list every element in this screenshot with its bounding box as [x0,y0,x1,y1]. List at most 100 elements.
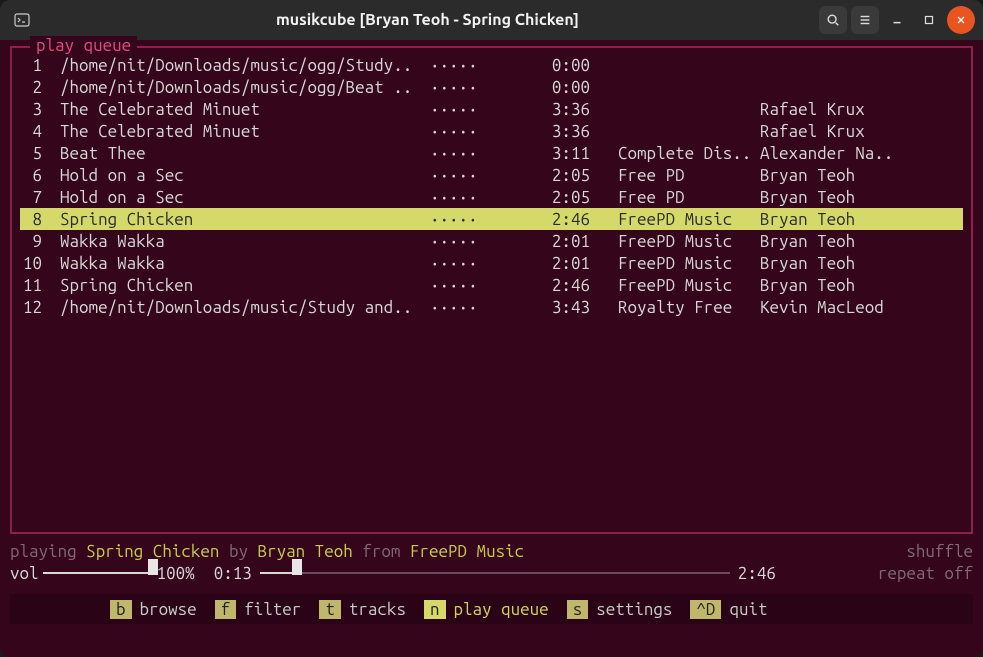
row-duration: 3:36 [530,122,590,141]
row-duration: 0:00 [530,78,590,97]
queue-row[interactable]: 12/home/nit/Downloads/music/Study and..·… [20,296,963,318]
row-artist: Bryan Teoh [750,166,963,185]
row-title: Wakka Wakka [60,232,430,251]
status-from: from [362,542,400,561]
row-duration: 2:01 [530,254,590,273]
nav-label-quit[interactable]: quit [729,600,767,619]
play-queue-panel: play queue 1/home/nit/Downloads/music/og… [10,46,973,534]
row-number: 9 [20,232,60,251]
row-duration: 3:11 [530,144,590,163]
nav-key-tracks[interactable]: t [319,600,341,619]
row-dots: ····· [430,232,530,251]
row-title: Hold on a Sec [60,166,430,185]
now-playing-artist: Bryan Teoh [258,542,353,561]
row-title: The Celebrated Minuet [60,122,430,141]
nav-label-tracks[interactable]: tracks [349,600,406,619]
queue-row[interactable]: 10Wakka Wakka·····2:01FreePD MusicBryan … [20,252,963,274]
row-dots: ····· [430,166,530,185]
nav-key-quit[interactable]: ^D [690,600,721,619]
queue-row[interactable]: 3The Celebrated Minuet·····3:36Rafael Kr… [20,98,963,120]
nav-label-settings[interactable]: settings [596,600,672,619]
row-number: 12 [20,298,60,317]
row-dots: ····· [430,254,530,273]
play-queue-label: play queue [30,36,137,55]
queue-row[interactable]: 5Beat Thee·····3:11Complete Dis..Alexand… [20,142,963,164]
row-duration: 2:05 [530,188,590,207]
queue-row[interactable]: 9Wakka Wakka·····2:01FreePD MusicBryan T… [20,230,963,252]
queue-row[interactable]: 8Spring Chicken·····2:46FreePD MusicBrya… [20,208,963,230]
row-artist: Bryan Teoh [750,276,963,295]
row-dots: ····· [430,210,530,229]
row-title: /home/nit/Downloads/music/ogg/Study.. [60,56,430,75]
now-playing-track: Spring Chicken [86,542,219,561]
queue-row[interactable]: 7Hold on a Sec·····2:05Free PDBryan Teoh [20,186,963,208]
row-number: 1 [20,56,60,75]
row-artist: Alexander Na.. [750,144,963,163]
row-artist: Bryan Teoh [750,232,963,251]
row-number: 11 [20,276,60,295]
row-artist: Bryan Teoh [750,210,963,229]
transport-line: vol 100% 0:13 2:46 repeat off [10,562,973,584]
titlebar: musikcube [Bryan Teoh - Spring Chicken] [0,0,983,40]
row-number: 8 [20,210,60,229]
queue-row[interactable]: 1/home/nit/Downloads/music/ogg/Study..··… [20,54,963,76]
row-number: 5 [20,144,60,163]
row-album: FreePD Music [590,210,750,229]
volume-percent: 100% [157,564,195,583]
nav-key-settings[interactable]: s [567,600,589,619]
row-album: FreePD Music [590,276,750,295]
row-dots: ····· [430,188,530,207]
row-album: Complete Dis.. [590,144,750,163]
row-title: /home/nit/Downloads/music/ogg/Beat .. [60,78,430,97]
row-title: Spring Chicken [60,276,430,295]
row-artist: Rafael Krux [750,122,963,141]
nav-key-play-queue[interactable]: n [424,600,446,619]
menu-button[interactable] [851,6,879,34]
row-album: FreePD Music [590,254,750,273]
status-by: by [229,542,248,561]
row-title: Hold on a Sec [60,188,430,207]
nav-label-filter[interactable]: filter [244,600,301,619]
row-duration: 3:43 [530,298,590,317]
row-artist: Kevin MacLeod [750,298,963,317]
row-album: Free PD [590,188,750,207]
now-playing-album: FreePD Music [410,542,524,561]
row-title: Beat Thee [60,144,430,163]
row-duration: 2:05 [530,166,590,185]
nav-label-play-queue[interactable]: play queue [454,600,549,619]
row-duration: 3:36 [530,100,590,119]
nav-label-browse[interactable]: browse [140,600,197,619]
row-title: /home/nit/Downloads/music/Study and.. [60,298,430,317]
nav-bar: bbrowseffilterttracksn play queue s setting… [10,594,973,624]
seek-slider[interactable] [260,566,730,580]
queue-row[interactable]: 11Spring Chicken·····2:46FreePD MusicBry… [20,274,963,296]
row-dots: ····· [430,144,530,163]
minimize-button[interactable] [883,6,911,34]
volume-label: vol [10,564,39,583]
volume-slider[interactable] [43,566,153,580]
queue-row[interactable]: 6Hold on a Sec·····2:05Free PDBryan Teoh [20,164,963,186]
search-button[interactable] [819,6,847,34]
nav-key-browse[interactable]: b [110,600,132,619]
row-artist: Rafael Krux [750,100,963,119]
play-state: playing [10,542,77,561]
row-number: 4 [20,122,60,141]
row-album: Free PD [590,166,750,185]
window-title: musikcube [Bryan Teoh - Spring Chicken] [40,11,815,29]
nav-key-filter[interactable]: f [215,600,237,619]
shuffle-status[interactable]: shuffle [906,542,973,561]
app-window: musikcube [Bryan Teoh - Spring Chicken] … [0,0,983,657]
row-number: 7 [20,188,60,207]
row-title: The Celebrated Minuet [60,100,430,119]
row-duration: 2:46 [530,276,590,295]
row-duration: 2:01 [530,232,590,251]
terminal-icon[interactable] [8,6,36,34]
repeat-status[interactable]: repeat off [878,564,973,583]
row-dots: ····· [430,78,530,97]
row-number: 2 [20,78,60,97]
maximize-button[interactable] [915,6,943,34]
terminal-body: play queue 1/home/nit/Downloads/music/og… [0,40,983,657]
queue-row[interactable]: 4The Celebrated Minuet·····3:36Rafael Kr… [20,120,963,142]
close-button[interactable] [947,6,975,34]
queue-row[interactable]: 2/home/nit/Downloads/music/ogg/Beat ..··… [20,76,963,98]
